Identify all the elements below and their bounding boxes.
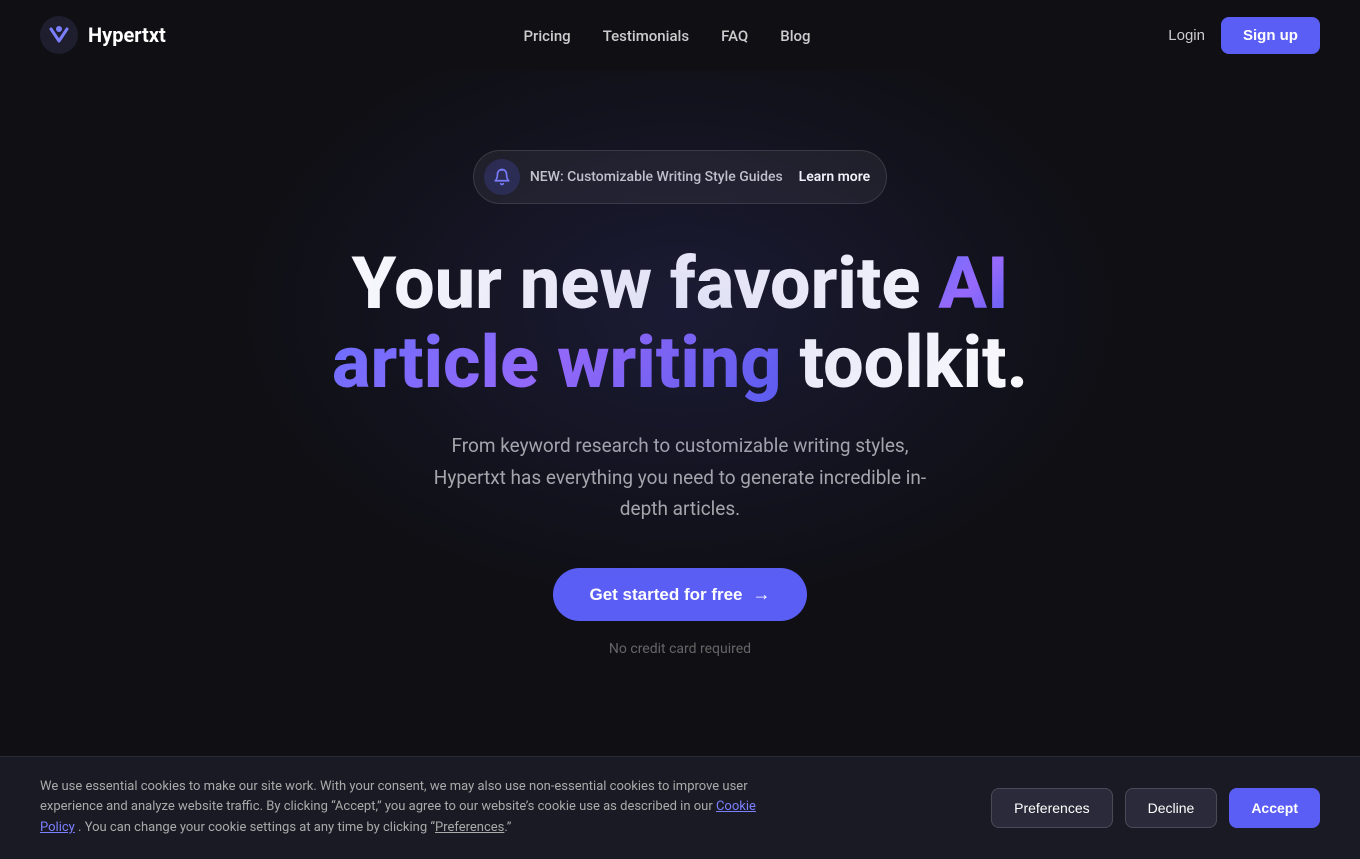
brand-name: Hypertxt — [88, 23, 166, 47]
login-button[interactable]: Login — [1168, 27, 1205, 44]
signup-button[interactable]: Sign up — [1221, 17, 1320, 54]
logo[interactable]: Hypertxt — [40, 16, 166, 54]
nav-pricing[interactable]: Pricing — [523, 27, 570, 45]
cookie-text: We use essential cookies to make our sit… — [40, 777, 760, 839]
preferences-button[interactable]: Preferences — [991, 788, 1112, 828]
bell-icon — [484, 159, 520, 195]
hero-title: Your new favorite AI article writing too… — [332, 244, 1028, 402]
nav-links: Pricing Testimonials FAQ Blog — [523, 26, 810, 45]
arrow-icon: → — [753, 584, 771, 605]
announcement-badge[interactable]: NEW: Customizable Writing Style Guides L… — [473, 150, 887, 204]
accept-button[interactable]: Accept — [1229, 788, 1320, 828]
learn-more-link[interactable]: Learn more — [799, 169, 870, 185]
cookie-banner: We use essential cookies to make our sit… — [0, 756, 1360, 859]
cta-button[interactable]: Get started for free → — [553, 568, 806, 621]
announcement-text: NEW: Customizable Writing Style Guides — [530, 169, 783, 185]
nav-faq[interactable]: FAQ — [721, 27, 748, 45]
no-cc-text: No credit card required — [609, 641, 751, 657]
nav-testimonials[interactable]: Testimonials — [603, 27, 689, 45]
hero-section: NEW: Customizable Writing Style Guides L… — [0, 70, 1360, 717]
cookie-actions: Preferences Decline Accept — [991, 788, 1320, 828]
decline-button[interactable]: Decline — [1125, 788, 1218, 828]
nav-blog[interactable]: Blog — [780, 27, 810, 45]
hero-subtitle: From keyword research to customizable wr… — [420, 430, 940, 524]
preferences-inline-link[interactable]: Preferences — [435, 820, 504, 835]
logo-icon — [40, 16, 78, 54]
nav-actions: Login Sign up — [1168, 17, 1320, 54]
navbar: Hypertxt Pricing Testimonials FAQ Blog L… — [0, 0, 1360, 70]
